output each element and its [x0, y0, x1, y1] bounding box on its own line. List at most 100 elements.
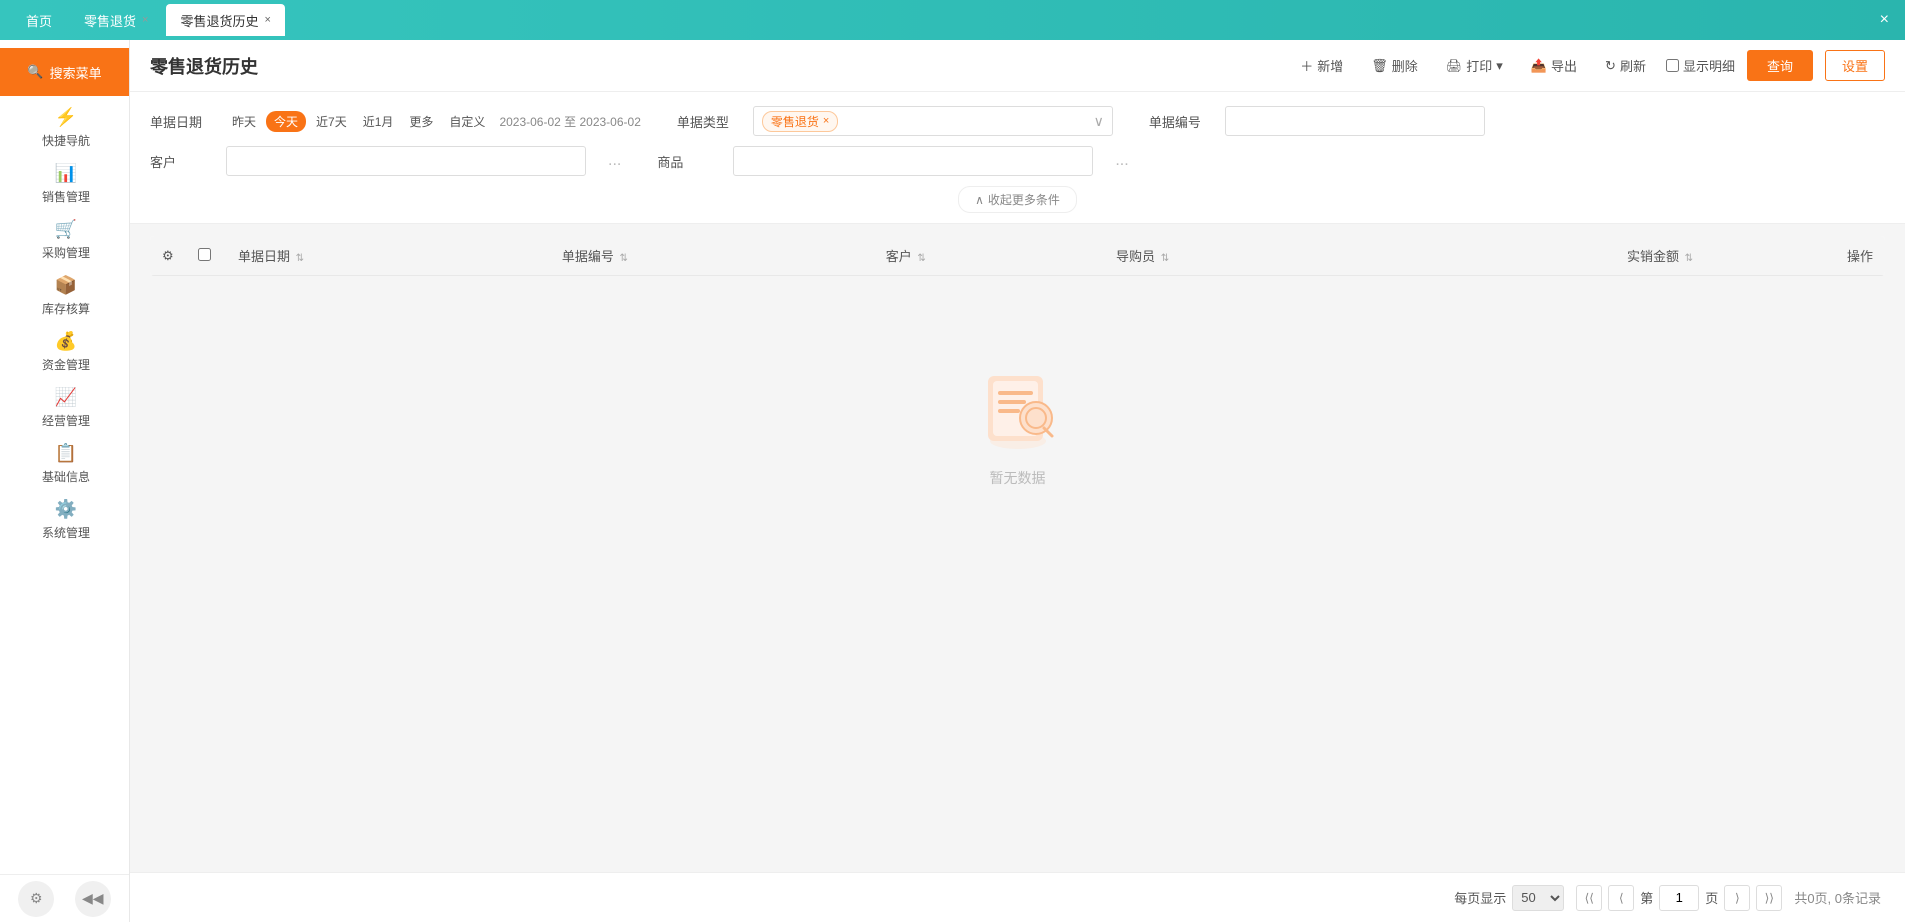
- sidebar-item-label: 经营管理: [42, 412, 90, 429]
- sales-icon: 📊: [55, 163, 77, 184]
- show-detail-input[interactable]: [1666, 59, 1679, 72]
- prev-page-button[interactable]: ⟨: [1608, 885, 1634, 911]
- next-page-button[interactable]: ⟩: [1724, 885, 1750, 911]
- sidebar-item-sales-mgmt[interactable]: 📊 销售管理: [0, 156, 129, 212]
- page-label: 第: [1640, 888, 1653, 907]
- per-page-select[interactable]: 10 20 50 100: [1512, 885, 1564, 911]
- collapse-button[interactable]: ∧ 收起更多条件: [958, 186, 1077, 213]
- last-page-button[interactable]: ⟩⟩: [1756, 885, 1782, 911]
- first-page-button[interactable]: ⟨⟨: [1576, 885, 1602, 911]
- date-btn-more[interactable]: 更多: [403, 111, 439, 132]
- select-all-checkbox[interactable]: [198, 248, 211, 261]
- th-voucher-no[interactable]: 单据编号 ⇅: [550, 236, 874, 276]
- th-action-label: 操作: [1847, 249, 1873, 264]
- goods-label: 商品: [657, 152, 717, 171]
- show-detail-checkbox[interactable]: 显示明细: [1666, 56, 1735, 75]
- settings-gear-icon: ⚙: [30, 890, 43, 907]
- date-btn-custom[interactable]: 自定义: [443, 111, 491, 132]
- collapse-icon: ∧: [975, 193, 984, 207]
- filter-row-1: 单据日期 昨天 今天 近7天 近1月 更多 自定义 2023-06-02 至 2…: [150, 106, 1885, 136]
- type-tag-remove[interactable]: ×: [823, 115, 829, 127]
- th-guide-label: 导购员: [1116, 249, 1155, 264]
- export-button[interactable]: 📤 导出: [1523, 52, 1585, 79]
- sidebar-bottom: ⚙ ◀◀: [0, 874, 129, 922]
- tab-retail-return-history[interactable]: 零售退货历史 ×: [166, 4, 284, 36]
- new-button[interactable]: ＋ 新增: [1292, 52, 1351, 79]
- date-btn-1month[interactable]: 近1月: [357, 111, 400, 132]
- sidebar-item-finance[interactable]: 💰 资金管理: [0, 324, 129, 380]
- goods-dots[interactable]: ...: [1115, 152, 1128, 170]
- sort-voucher-icon: ⇅: [620, 253, 628, 264]
- th-checkbox[interactable]: [186, 236, 226, 276]
- type-select[interactable]: 零售退货 × ∨: [753, 106, 1113, 136]
- sidebar-item-label: 系统管理: [42, 524, 90, 541]
- print-button[interactable]: 🖨 打印 ▾: [1438, 52, 1511, 79]
- filter-row-2: 客户 ... 商品 ...: [150, 146, 1885, 176]
- date-buttons: 昨天 今天 近7天 近1月 更多 自定义 2023-06-02 至 2023-0…: [226, 111, 641, 132]
- sidebar-item-purchase-mgmt[interactable]: 🛒 采购管理: [0, 212, 129, 268]
- sidebar-item-label: 资金管理: [42, 356, 90, 373]
- date-btn-today[interactable]: 今天: [266, 111, 306, 132]
- type-tag: 零售退货 ×: [762, 111, 838, 132]
- page-number-input[interactable]: [1659, 885, 1699, 911]
- sidebar-item-label: 库存核算: [42, 300, 90, 317]
- type-dropdown-icon[interactable]: ∨: [1094, 113, 1104, 130]
- voucher-label: 单据编号: [1149, 112, 1209, 131]
- goods-input[interactable]: [733, 146, 1093, 176]
- settings-col-icon[interactable]: ⚙: [162, 248, 174, 263]
- window-close-icon[interactable]: ×: [1880, 11, 1889, 29]
- print-chevron-icon: ▾: [1496, 58, 1503, 74]
- sidebar-item-operation[interactable]: 📈 经营管理: [0, 380, 129, 436]
- th-amount[interactable]: 实销金额 ⇅: [1381, 236, 1705, 276]
- th-customer[interactable]: 客户 ⇅: [874, 236, 1104, 276]
- quick-nav-icon: ⚡: [55, 107, 77, 128]
- operation-icon: 📈: [55, 387, 77, 408]
- th-guide[interactable]: 导购员 ⇅: [1104, 236, 1381, 276]
- voucher-input[interactable]: [1225, 106, 1485, 136]
- settings-button-header[interactable]: 设置: [1825, 50, 1885, 81]
- total-info: 共0页, 0条记录: [1794, 888, 1881, 907]
- tab-retail-return-close[interactable]: ×: [142, 14, 148, 26]
- customer-dots[interactable]: ...: [608, 152, 621, 170]
- delete-label: 删除: [1392, 56, 1418, 75]
- customer-input[interactable]: [226, 146, 586, 176]
- query-button[interactable]: 查询: [1747, 50, 1813, 81]
- sidebar-item-label: 采购管理: [42, 244, 90, 261]
- refresh-label: 刷新: [1620, 56, 1646, 75]
- delete-button[interactable]: 🗑 删除: [1363, 52, 1426, 79]
- basic-info-icon: 📋: [55, 443, 77, 464]
- date-btn-7days[interactable]: 近7天: [310, 111, 353, 132]
- system-icon: ⚙️: [55, 499, 77, 520]
- finance-icon: 💰: [55, 331, 77, 352]
- sort-date-icon: ⇅: [296, 253, 304, 264]
- date-label: 单据日期: [150, 112, 210, 131]
- tab-retail-return-history-label: 零售退货历史: [180, 11, 258, 30]
- sidebar-item-quick-nav[interactable]: ⚡ 快捷导航: [0, 100, 129, 156]
- settings-button[interactable]: ⚙: [18, 881, 54, 917]
- empty-text: 暂无数据: [990, 468, 1046, 488]
- collapse-label: 收起更多条件: [988, 191, 1060, 208]
- empty-icon: [968, 356, 1068, 456]
- th-date[interactable]: 单据日期 ⇅: [226, 236, 550, 276]
- sidebar-search[interactable]: 🔍 搜索菜单: [0, 48, 129, 96]
- main-content: 零售退货历史 ＋ 新增 🗑 删除 🖨 打印 ▾ 📤 导出: [130, 40, 1905, 922]
- tab-retail-return[interactable]: 零售退货 ×: [70, 4, 162, 36]
- sort-customer-icon: ⇅: [917, 253, 925, 264]
- date-btn-yesterday[interactable]: 昨天: [226, 111, 262, 132]
- sidebar-item-system[interactable]: ⚙️ 系统管理: [0, 492, 129, 548]
- data-table: ⚙ 单据日期 ⇅ 单据编号 ⇅: [150, 236, 1885, 276]
- sidebar-item-inventory[interactable]: 📦 库存核算: [0, 268, 129, 324]
- top-bar: 首页 零售退货 × 零售退货历史 × ×: [0, 0, 1905, 40]
- th-date-label: 单据日期: [238, 249, 290, 264]
- sort-guide-icon: ⇅: [1161, 253, 1169, 264]
- sidebar-item-basic-info[interactable]: 📋 基础信息: [0, 436, 129, 492]
- tab-home[interactable]: 首页: [12, 4, 66, 36]
- tab-retail-return-history-close[interactable]: ×: [264, 14, 270, 26]
- audio-button[interactable]: ◀◀: [75, 881, 111, 917]
- refresh-button[interactable]: ↻ 刷新: [1597, 52, 1654, 79]
- th-settings[interactable]: ⚙: [150, 236, 186, 276]
- purchase-icon: 🛒: [55, 219, 77, 240]
- print-icon: 🖨: [1446, 58, 1463, 74]
- customer-label: 客户: [150, 152, 210, 171]
- sidebar-item-label: 基础信息: [42, 468, 90, 485]
